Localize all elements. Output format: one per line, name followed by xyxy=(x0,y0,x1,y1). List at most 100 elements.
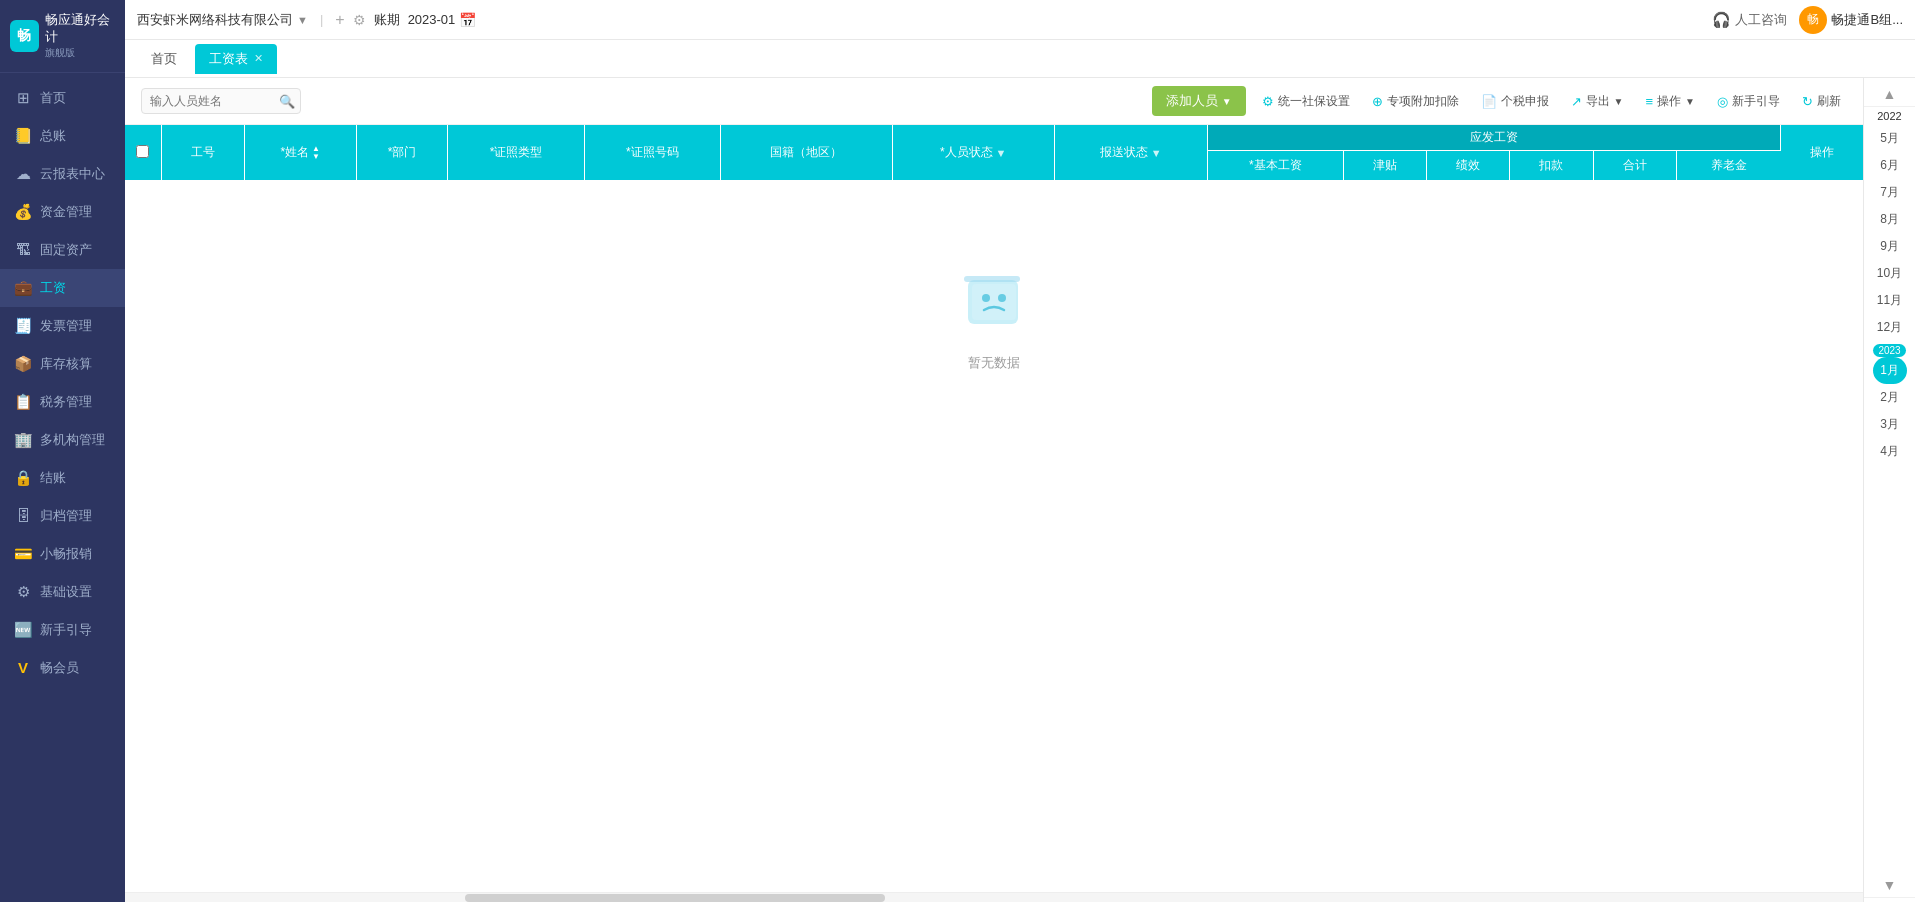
rp-header: ▲ xyxy=(1864,82,1915,107)
special-deduction-icon: ⊕ xyxy=(1372,94,1383,109)
rp-footer: ▼ xyxy=(1864,873,1915,898)
month-2022-9[interactable]: 9月 xyxy=(1864,233,1915,260)
sidebar-item-fund[interactable]: 💰 资金管理 xyxy=(0,193,125,231)
social-security-btn[interactable]: ⚙ 统一社保设置 xyxy=(1256,89,1356,114)
operate-btn[interactable]: ≡ 操作 ▼ xyxy=(1640,89,1702,114)
col-deduction: 扣款 xyxy=(1510,151,1593,181)
right-panel: ▲ 2022 5月 6月 7月 8月 9月 10月 11月 12月 2023 1… xyxy=(1863,78,1915,902)
rp-prev-arrow[interactable]: ▲ xyxy=(1880,86,1900,102)
expense-icon: 💳 xyxy=(14,545,32,563)
add-person-chevron-icon: ▼ xyxy=(1222,96,1232,107)
sidebar-item-guide[interactable]: 🆕 新手引导 xyxy=(0,611,125,649)
add-company-btn[interactable]: + xyxy=(335,11,344,29)
col-name-label: *姓名 xyxy=(280,144,309,161)
col-total: 合计 xyxy=(1593,151,1676,181)
month-2022-10[interactable]: 10月 xyxy=(1864,260,1915,287)
export-btn[interactable]: ↗ 导出 ▼ xyxy=(1565,89,1630,114)
settings-icon: ⚙ xyxy=(14,583,32,601)
refresh-btn[interactable]: ↻ 刷新 xyxy=(1796,89,1847,114)
search-input[interactable] xyxy=(141,88,301,114)
col-country: 国籍（地区） xyxy=(720,125,892,180)
avatar: 畅 xyxy=(1799,6,1827,34)
col-report-status: 报送状态 ▼ xyxy=(1054,125,1207,180)
tab-salary-table[interactable]: 工资表 ✕ xyxy=(195,44,277,74)
social-security-icon: ⚙ xyxy=(1262,94,1274,109)
select-all-checkbox[interactable] xyxy=(136,145,149,158)
sidebar-item-closing[interactable]: 🔒 结账 xyxy=(0,459,125,497)
topbar-period: 账期 2023-01 📅 xyxy=(374,11,477,29)
table-wrap: 工号 *姓名 ▲▼ *部门 xyxy=(125,125,1863,892)
company-selector[interactable]: 西安虾米网络科技有限公司 ▼ xyxy=(137,11,308,29)
sidebar-item-expense[interactable]: 💳 小畅报销 xyxy=(0,535,125,573)
empty-icon xyxy=(954,260,1034,340)
guide-action-icon: ◎ xyxy=(1717,94,1728,109)
salary-table: 工号 *姓名 ▲▼ *部门 xyxy=(125,125,1863,452)
sidebar-item-cloud-report[interactable]: ☁ 云报表中心 xyxy=(0,155,125,193)
month-2022-8[interactable]: 8月 xyxy=(1864,206,1915,233)
col-allowance: 津贴 xyxy=(1343,151,1426,181)
month-2023-1[interactable]: 1月 xyxy=(1873,357,1907,384)
person-status-filter-icon[interactable]: ▼ xyxy=(996,147,1007,159)
closing-icon: 🔒 xyxy=(14,469,32,487)
guide-btn[interactable]: ◎ 新手引导 xyxy=(1711,89,1786,114)
tab-close-icon[interactable]: ✕ xyxy=(254,52,263,65)
empty-text: 暂无数据 xyxy=(968,354,1020,372)
horizontal-scrollbar[interactable] xyxy=(125,892,1863,902)
sidebar-item-multi-org[interactable]: 🏢 多机构管理 xyxy=(0,421,125,459)
month-2023-3[interactable]: 3月 xyxy=(1864,411,1915,438)
rp-next-arrow[interactable]: ▼ xyxy=(1880,877,1900,893)
sidebar-item-salary[interactable]: 💼 工资 xyxy=(0,269,125,307)
calendar-icon[interactable]: 📅 xyxy=(459,12,476,28)
sidebar-item-settings[interactable]: ⚙ 基础设置 xyxy=(0,573,125,611)
sidebar-item-invoice[interactable]: 🧾 发票管理 xyxy=(0,307,125,345)
svg-point-2 xyxy=(982,294,990,302)
content-main: 🔍 添加人员 ▼ ⚙ 统一社保设置 ⊕ 专项附加扣除 xyxy=(125,78,1863,902)
tax-report-icon: 📄 xyxy=(1481,94,1497,109)
service-btn[interactable]: 🎧 人工咨询 xyxy=(1712,11,1787,29)
app-logo-text: 畅应通好会计 旗舰版 xyxy=(45,12,115,60)
month-2022-6[interactable]: 6月 xyxy=(1864,152,1915,179)
sidebar-item-ledger[interactable]: 📒 总账 xyxy=(0,117,125,155)
year-2023-section: 2023 1月 2月 3月 4月 xyxy=(1864,341,1915,465)
export-icon: ↗ xyxy=(1571,94,1582,109)
search-icon[interactable]: 🔍 xyxy=(279,94,295,109)
add-person-button[interactable]: 添加人员 ▼ xyxy=(1152,86,1246,116)
sidebar-item-home[interactable]: ⊞ 首页 xyxy=(0,79,125,117)
sidebar-item-member[interactable]: V 畅会员 xyxy=(0,649,125,687)
sidebar: 畅 畅应通好会计 旗舰版 ⊞ 首页 📒 总账 ☁ 云报表中心 💰 资金管理 🏗 … xyxy=(0,0,125,902)
sidebar-item-fixed-assets[interactable]: 🏗 固定资产 xyxy=(0,231,125,269)
col-operate: 操作 xyxy=(1781,125,1863,180)
scroll-thumb[interactable] xyxy=(465,894,885,902)
empty-illustration xyxy=(954,260,1034,340)
svg-rect-1 xyxy=(972,284,1016,320)
sidebar-item-inventory[interactable]: 📦 库存核算 xyxy=(0,345,125,383)
col-performance: 绩效 xyxy=(1427,151,1510,181)
month-2022-11[interactable]: 11月 xyxy=(1864,287,1915,314)
name-sort-icon[interactable]: ▲▼ xyxy=(312,145,320,161)
sidebar-item-tax[interactable]: 📋 税务管理 xyxy=(0,383,125,421)
toolbar: 🔍 添加人员 ▼ ⚙ 统一社保设置 ⊕ 专项附加扣除 xyxy=(125,78,1863,125)
headset-icon: 🎧 xyxy=(1712,11,1731,29)
user-btn[interactable]: 畅 畅捷通B组... xyxy=(1799,6,1903,34)
sidebar-nav: ⊞ 首页 📒 总账 ☁ 云报表中心 💰 资金管理 🏗 固定资产 💼 工资 🧾 发… xyxy=(0,73,125,902)
tabbar: 首页 工资表 ✕ xyxy=(125,40,1915,78)
company-settings-icon[interactable]: ⚙ xyxy=(353,12,366,28)
month-2022-12[interactable]: 12月 xyxy=(1864,314,1915,341)
col-id-num: *证照号码 xyxy=(584,125,720,180)
tab-home[interactable]: 首页 xyxy=(137,44,191,74)
month-2022-5[interactable]: 5月 xyxy=(1864,125,1915,152)
month-2022-7[interactable]: 7月 xyxy=(1864,179,1915,206)
fund-icon: 💰 xyxy=(14,203,32,221)
col-base-salary: *基本工资 xyxy=(1207,151,1343,181)
month-2023-2[interactable]: 2月 xyxy=(1864,384,1915,411)
sidebar-logo: 畅 畅应通好会计 旗舰版 xyxy=(0,0,125,73)
special-deduction-btn[interactable]: ⊕ 专项附加扣除 xyxy=(1366,89,1465,114)
month-2023-4[interactable]: 4月 xyxy=(1864,438,1915,465)
year-2023-badge: 2023 xyxy=(1873,344,1905,357)
tax-report-btn[interactable]: 📄 个税申报 xyxy=(1475,89,1555,114)
topbar-right: 🎧 人工咨询 畅 畅捷通B组... xyxy=(1712,6,1903,34)
app-logo-icon: 畅 xyxy=(10,20,39,52)
report-status-filter-icon[interactable]: ▼ xyxy=(1151,147,1162,159)
sidebar-item-archive[interactable]: 🗄 归档管理 xyxy=(0,497,125,535)
member-icon: V xyxy=(14,659,32,676)
